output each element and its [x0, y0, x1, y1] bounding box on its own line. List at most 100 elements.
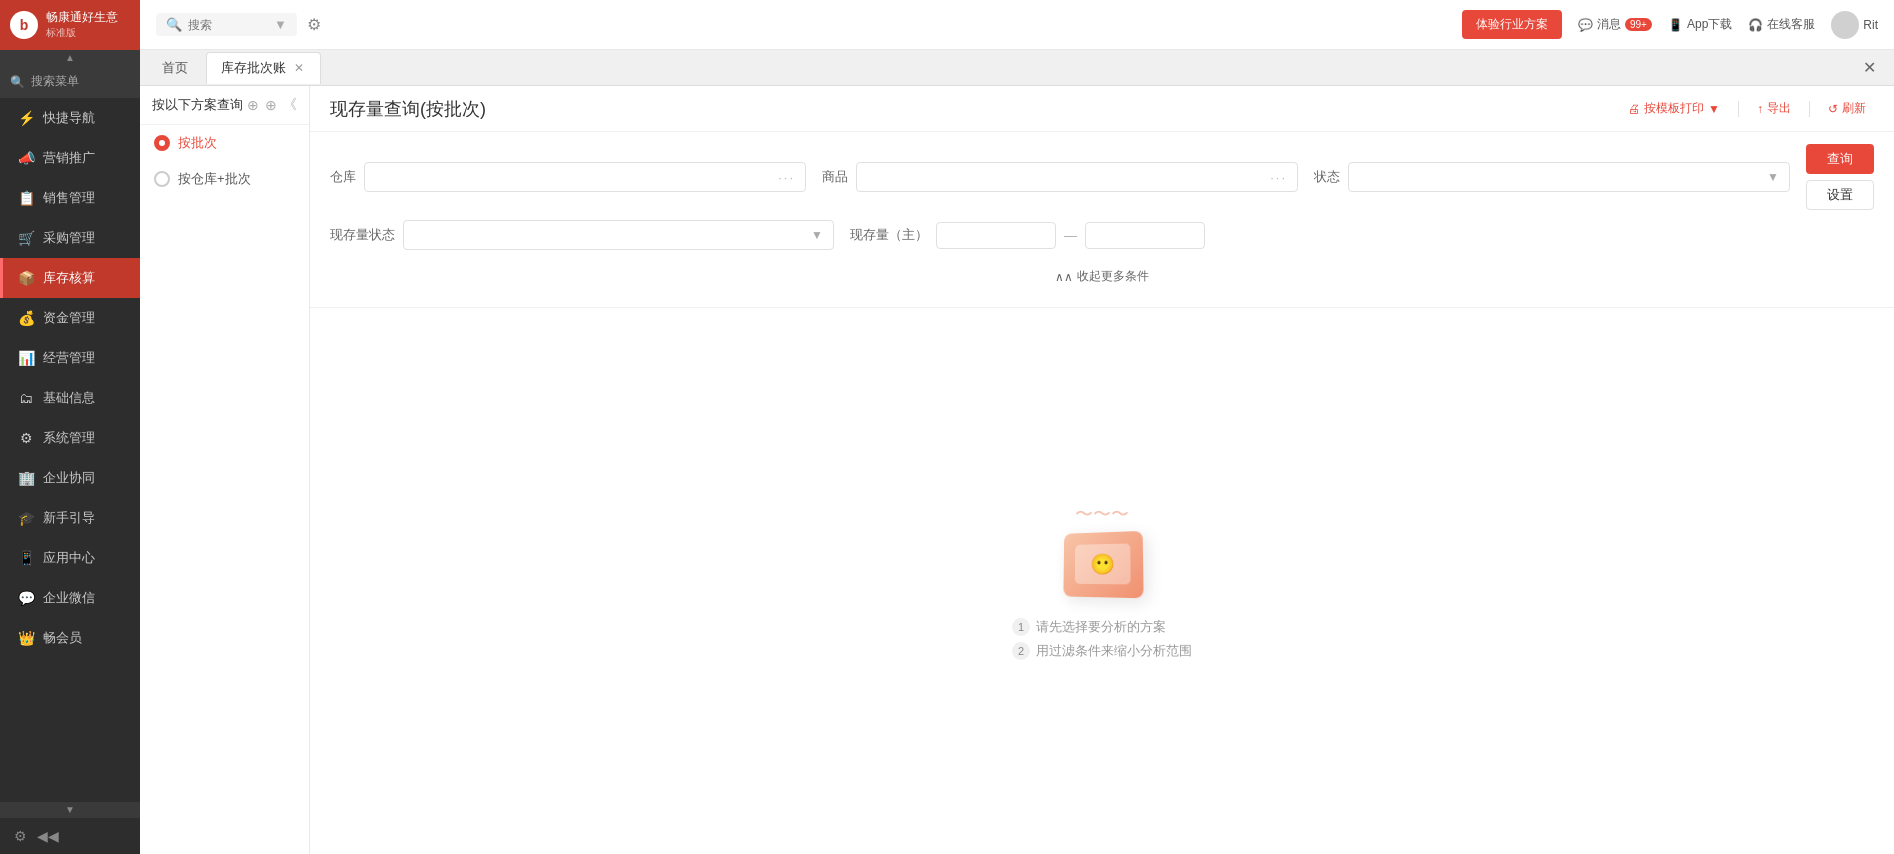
app-download-action[interactable]: 📱 App下载 — [1668, 16, 1732, 33]
tab-inventory-batch-label: 库存批次账 — [221, 59, 286, 77]
print-btn[interactable]: 🖨 按模板打印 ▼ — [1620, 96, 1728, 121]
page-header: 现存量查询(按批次) 🖨 按模板打印 ▼ ↑ 导出 ↺ 刷 — [310, 86, 1894, 132]
scheme-item-by-batch[interactable]: 按批次 — [140, 125, 309, 161]
tab-panel-close-icon[interactable]: ✕ — [1853, 58, 1886, 77]
sidebar-item-label: 营销推广 — [43, 149, 95, 167]
wechat-icon: 💬 — [17, 589, 35, 607]
sidebar-item-purchase[interactable]: 🛒 采购管理 — [0, 218, 140, 258]
warehouse-input[interactable]: ··· — [364, 162, 806, 192]
chevron-up-icon: ∧∧ — [1055, 270, 1073, 284]
tip-text-2: 用过滤条件来缩小分析范围 — [1036, 642, 1192, 660]
sidebar-item-enterprise[interactable]: 🏢 企业协同 — [0, 458, 140, 498]
collapse-panel-icon[interactable]: 《 — [283, 96, 297, 114]
tab-close-btn[interactable]: ✕ — [292, 61, 306, 75]
sidebar-item-label: 新手引导 — [43, 509, 95, 527]
export-btn[interactable]: ↑ 导出 — [1749, 96, 1799, 121]
topbar-right: 体验行业方案 💬 消息 99+ 📱 App下载 🎧 在线客服 Rit — [1462, 10, 1878, 39]
inventory-status-dropdown-icon[interactable]: ▼ — [811, 228, 823, 242]
query-btn[interactable]: 查询 — [1806, 144, 1874, 174]
add-scheme-icon[interactable]: ⊕ — [247, 97, 259, 113]
product-input[interactable]: ··· — [856, 162, 1298, 192]
inventory-qty-from[interactable] — [936, 222, 1056, 249]
inventory-icon: 📦 — [17, 269, 35, 287]
inventory-qty-dash: — — [1064, 228, 1077, 243]
sidebar-item-label: 基础信息 — [43, 389, 95, 407]
topbar-search-dropdown-icon[interactable]: ▼ — [274, 17, 287, 32]
topbar-search-box[interactable]: 🔍 ▼ — [156, 13, 297, 36]
sidebar-item-operation[interactable]: 📊 经营管理 — [0, 338, 140, 378]
app-download-label: App下载 — [1687, 16, 1732, 33]
scheme-dot-by-batch — [154, 135, 170, 151]
inventory-status-select[interactable]: ▼ — [403, 220, 834, 250]
app-subtitle: 标准版 — [46, 26, 118, 40]
main-area: 🔍 ▼ ⚙ 体验行业方案 💬 消息 99+ 📱 App下载 — [140, 0, 1894, 854]
sidebar-item-sales[interactable]: 📋 销售管理 — [0, 178, 140, 218]
topbar-search-input[interactable] — [188, 18, 268, 32]
topbar: 🔍 ▼ ⚙ 体验行业方案 💬 消息 99+ 📱 App下载 — [140, 0, 1894, 50]
settings-scheme-icon[interactable]: ⊕ — [265, 97, 277, 113]
scroll-down-btn[interactable]: ▼ — [0, 802, 140, 817]
action-buttons: 查询 设置 — [1806, 144, 1874, 210]
sidebar-item-label: 快捷导航 — [43, 109, 95, 127]
user-avatar — [1831, 11, 1859, 39]
online-service-action[interactable]: 🎧 在线客服 — [1748, 16, 1815, 33]
divider-1 — [1738, 101, 1739, 117]
user-action[interactable]: Rit — [1831, 11, 1878, 39]
status-dropdown-icon[interactable]: ▼ — [1767, 170, 1779, 184]
print-icon: 🖨 — [1628, 102, 1640, 116]
divider-2 — [1809, 101, 1810, 117]
empty-box-face: 😶 — [1075, 543, 1131, 584]
warehouse-dots-icon[interactable]: ··· — [778, 170, 795, 185]
filter-inventory-status: 现存量状态 ▼ — [330, 220, 834, 250]
sidebar-item-marketing[interactable]: 📣 营销推广 — [0, 138, 140, 178]
topbar-search-icon: 🔍 — [166, 17, 182, 32]
sidebar-item-inventory[interactable]: 📦 库存核算 — [0, 258, 140, 298]
sidebar-item-quick[interactable]: ⚡ 快捷导航 — [0, 98, 140, 138]
export-label: 导出 — [1767, 100, 1791, 117]
experience-btn[interactable]: 体验行业方案 — [1462, 10, 1562, 39]
print-label: 按模板打印 — [1644, 100, 1704, 117]
product-dots-icon[interactable]: ··· — [1270, 170, 1287, 185]
sidebar-item-label: 资金管理 — [43, 309, 95, 327]
page-header-actions: 🖨 按模板打印 ▼ ↑ 导出 ↺ 刷新 — [1620, 96, 1874, 121]
sidebar-item-newbie[interactable]: 🎓 新手引导 — [0, 498, 140, 538]
scheme-label-by-batch: 按批次 — [178, 134, 217, 152]
collapse-btn[interactable]: ∧∧ 收起更多条件 — [330, 262, 1874, 291]
tip-num-1: 1 — [1012, 618, 1030, 636]
sidebar-item-appstore[interactable]: 📱 应用中心 — [0, 538, 140, 578]
print-dropdown-icon[interactable]: ▼ — [1708, 102, 1720, 116]
sidebar-item-system[interactable]: ⚙ 系统管理 — [0, 418, 140, 458]
messages-action[interactable]: 💬 消息 99+ — [1578, 16, 1652, 33]
tab-inventory-batch[interactable]: 库存批次账 ✕ — [206, 52, 321, 84]
message-icon: 💬 — [1578, 18, 1593, 32]
scroll-up-btn[interactable]: ▲ — [0, 50, 140, 65]
inventory-qty-to[interactable] — [1085, 222, 1205, 249]
topbar-left: 🔍 ▼ ⚙ — [156, 13, 321, 36]
sidebar-item-label: 经营管理 — [43, 349, 95, 367]
settings-footer-icon[interactable]: ⚙ — [14, 828, 27, 844]
sidebar-item-finance[interactable]: 💰 资金管理 — [0, 298, 140, 338]
empty-tips: 1 请先选择要分析的方案 2 用过滤条件来缩小分析范围 — [1012, 618, 1192, 660]
quick-icon: ⚡ — [17, 109, 35, 127]
settings-btn[interactable]: 设置 — [1806, 180, 1874, 210]
sidebar-header: b 畅康通好生意 标准版 — [0, 0, 140, 50]
tab-home[interactable]: 首页 — [148, 52, 202, 84]
empty-state: 〜〜〜 😶 1 请先选择要分析的方案 2 — [310, 308, 1894, 854]
scheme-item-by-warehouse-batch[interactable]: 按仓库+批次 — [140, 161, 309, 197]
message-badge: 99+ — [1625, 18, 1652, 31]
sidebar-item-basic[interactable]: 🗂 基础信息 — [0, 378, 140, 418]
sidebar-nav: ⚡ 快捷导航 📣 营销推广 📋 销售管理 🛒 采购管理 📦 库存核算 💰 资金管… — [0, 98, 140, 802]
left-panel: 按以下方案查询 ⊕ ⊕ 《 按批次 按仓库+批次 — [140, 86, 310, 854]
sidebar-item-wechat[interactable]: 💬 企业微信 — [0, 578, 140, 618]
sidebar-search[interactable]: 🔍 搜索菜单 — [0, 65, 140, 98]
inventory-qty-label: 现存量（主） — [850, 226, 928, 244]
operation-icon: 📊 — [17, 349, 35, 367]
right-content: 现存量查询(按批次) 🖨 按模板打印 ▼ ↑ 导出 ↺ 刷 — [310, 86, 1894, 854]
topbar-settings-icon[interactable]: ⚙ — [307, 15, 321, 34]
refresh-btn[interactable]: ↺ 刷新 — [1820, 96, 1874, 121]
sidebar-item-label: 销售管理 — [43, 189, 95, 207]
status-select[interactable]: ▼ — [1348, 162, 1790, 192]
collapse-sidebar-icon[interactable]: ◀◀ — [37, 828, 59, 844]
sidebar-item-member[interactable]: 👑 畅会员 — [0, 618, 140, 658]
status-label: 状态 — [1314, 168, 1340, 186]
